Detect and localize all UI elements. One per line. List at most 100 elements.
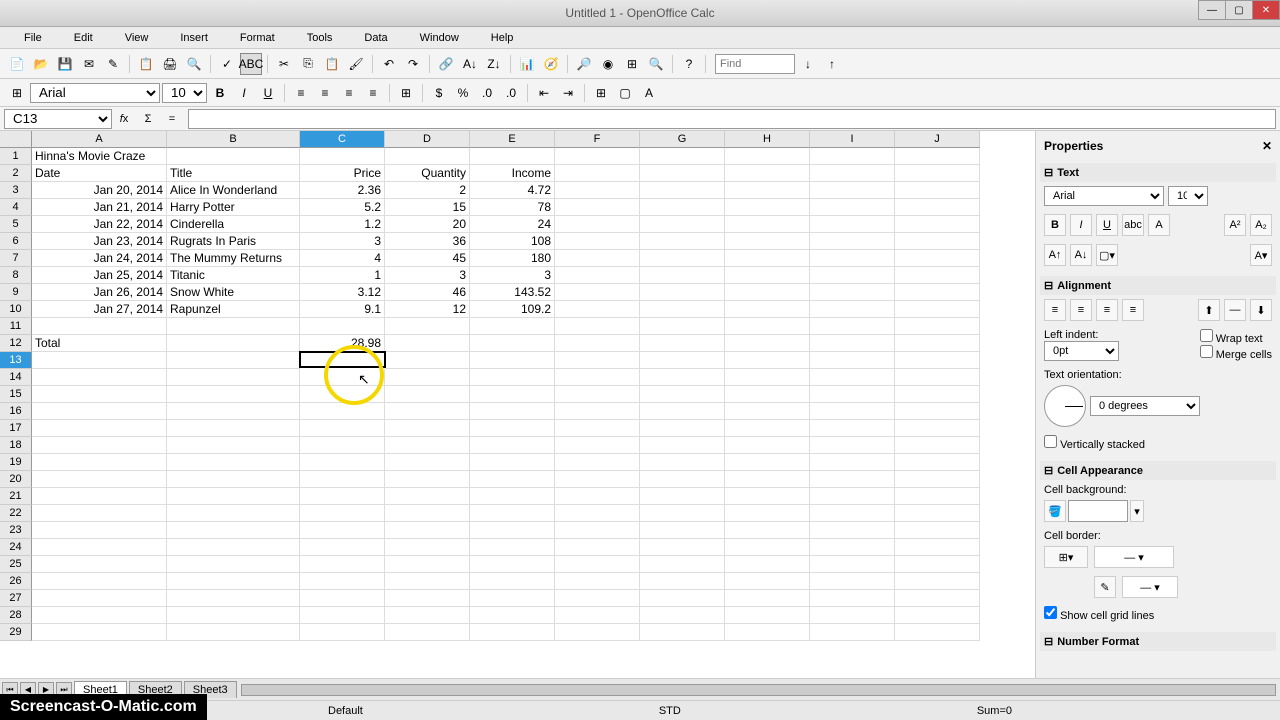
cell-A10[interactable]: Jan 27, 2014 [32, 301, 167, 318]
col-header-F[interactable]: F [555, 131, 640, 148]
cell-A14[interactable] [32, 369, 167, 386]
cell-D12[interactable] [385, 335, 470, 352]
col-header-C[interactable]: C [300, 131, 385, 148]
col-header-E[interactable]: E [470, 131, 555, 148]
row-header-6[interactable]: 6 [0, 233, 32, 250]
cell-A15[interactable] [32, 386, 167, 403]
cell-J20[interactable] [895, 471, 980, 488]
cell-B13[interactable] [167, 352, 300, 369]
row-header-5[interactable]: 5 [0, 216, 32, 233]
cell-H1[interactable] [725, 148, 810, 165]
cell-B23[interactable] [167, 522, 300, 539]
cell-G7[interactable] [640, 250, 725, 267]
cell-G4[interactable] [640, 199, 725, 216]
cell-E4[interactable]: 78 [470, 199, 555, 216]
sidebar-size-select[interactable]: 10 [1168, 186, 1208, 206]
wrap-text-checkbox[interactable] [1200, 329, 1213, 342]
bg-color-swatch[interactable] [1068, 500, 1128, 522]
cell-I11[interactable] [810, 318, 895, 335]
cell-J23[interactable] [895, 522, 980, 539]
cell-G6[interactable] [640, 233, 725, 250]
cell-E23[interactable] [470, 522, 555, 539]
cell-F5[interactable] [555, 216, 640, 233]
cell-C15[interactable] [300, 386, 385, 403]
row-header-9[interactable]: 9 [0, 284, 32, 301]
undo-icon[interactable]: ↶ [378, 53, 400, 75]
sidebar-grow-icon[interactable]: A↑ [1044, 244, 1066, 266]
cell-I27[interactable] [810, 590, 895, 607]
cell-F14[interactable] [555, 369, 640, 386]
cell-B11[interactable] [167, 318, 300, 335]
cell-B21[interactable] [167, 488, 300, 505]
cell-H15[interactable] [725, 386, 810, 403]
cell-I28[interactable] [810, 607, 895, 624]
col-header-H[interactable]: H [725, 131, 810, 148]
align-center-icon[interactable]: ≡ [314, 82, 336, 104]
align-left-btn[interactable]: ≡ [1044, 299, 1066, 321]
menu-format[interactable]: Format [224, 32, 291, 44]
cell-A11[interactable] [32, 318, 167, 335]
cell-A21[interactable] [32, 488, 167, 505]
cell-H12[interactable] [725, 335, 810, 352]
row-header-17[interactable]: 17 [0, 420, 32, 437]
cell-H6[interactable] [725, 233, 810, 250]
cell-B4[interactable]: Harry Potter [167, 199, 300, 216]
sidebar-fontcolor-icon[interactable]: A▾ [1250, 244, 1272, 266]
pdf-icon[interactable]: 📋 [135, 53, 157, 75]
orientation-select[interactable]: 0 degrees [1090, 396, 1200, 416]
help-icon[interactable]: ? [678, 53, 700, 75]
row-header-11[interactable]: 11 [0, 318, 32, 335]
cell-F10[interactable] [555, 301, 640, 318]
styles-icon[interactable]: ⊞ [6, 82, 28, 104]
sidebar-highlight-icon[interactable]: ▢▾ [1096, 244, 1118, 266]
cell-F24[interactable] [555, 539, 640, 556]
currency-icon[interactable]: $ [428, 82, 450, 104]
find-replace-icon[interactable]: 🔎 [573, 53, 595, 75]
cell-I23[interactable] [810, 522, 895, 539]
cell-G15[interactable] [640, 386, 725, 403]
underline-icon[interactable]: U [257, 82, 279, 104]
cell-B25[interactable] [167, 556, 300, 573]
cell-C10[interactable]: 9.1 [300, 301, 385, 318]
cell-B15[interactable] [167, 386, 300, 403]
cell-D23[interactable] [385, 522, 470, 539]
cell-B12[interactable] [167, 335, 300, 352]
cell-H13[interactable] [725, 352, 810, 369]
cell-D5[interactable]: 20 [385, 216, 470, 233]
align-justify-btn[interactable]: ≡ [1122, 299, 1144, 321]
cell-E9[interactable]: 143.52 [470, 284, 555, 301]
sidebar-font-select[interactable]: Arial [1044, 186, 1164, 206]
function-wizard-icon[interactable]: fx [114, 109, 134, 129]
cell-C2[interactable]: Price [300, 165, 385, 182]
cell-G14[interactable] [640, 369, 725, 386]
cell-A4[interactable]: Jan 21, 2014 [32, 199, 167, 216]
cell-B26[interactable] [167, 573, 300, 590]
cell-H14[interactable] [725, 369, 810, 386]
cell-B10[interactable]: Rapunzel [167, 301, 300, 318]
cell-A22[interactable] [32, 505, 167, 522]
font-name-select[interactable]: Arial [30, 83, 160, 103]
row-header-13[interactable]: 13 [0, 352, 32, 369]
cell-F9[interactable] [555, 284, 640, 301]
bold-icon[interactable]: B [209, 82, 231, 104]
cell-C20[interactable] [300, 471, 385, 488]
minimize-button[interactable]: — [1198, 0, 1226, 20]
cell-B9[interactable]: Snow White [167, 284, 300, 301]
cell-D10[interactable]: 12 [385, 301, 470, 318]
border-style-select[interactable]: — ▾ [1094, 546, 1174, 568]
align-left-icon[interactable]: ≡ [290, 82, 312, 104]
cell-H20[interactable] [725, 471, 810, 488]
sidebar-shrink-icon[interactable]: A↓ [1070, 244, 1092, 266]
cell-C29[interactable] [300, 624, 385, 641]
cell-A5[interactable]: Jan 22, 2014 [32, 216, 167, 233]
cell-J18[interactable] [895, 437, 980, 454]
cell-C9[interactable]: 3.12 [300, 284, 385, 301]
row-header-18[interactable]: 18 [0, 437, 32, 454]
cell-H2[interactable] [725, 165, 810, 182]
sidebar-underline-icon[interactable]: U [1096, 214, 1118, 236]
cell-H21[interactable] [725, 488, 810, 505]
cell-I10[interactable] [810, 301, 895, 318]
cell-D7[interactable]: 45 [385, 250, 470, 267]
row-header-24[interactable]: 24 [0, 539, 32, 556]
merge-cells-checkbox[interactable] [1200, 345, 1213, 358]
